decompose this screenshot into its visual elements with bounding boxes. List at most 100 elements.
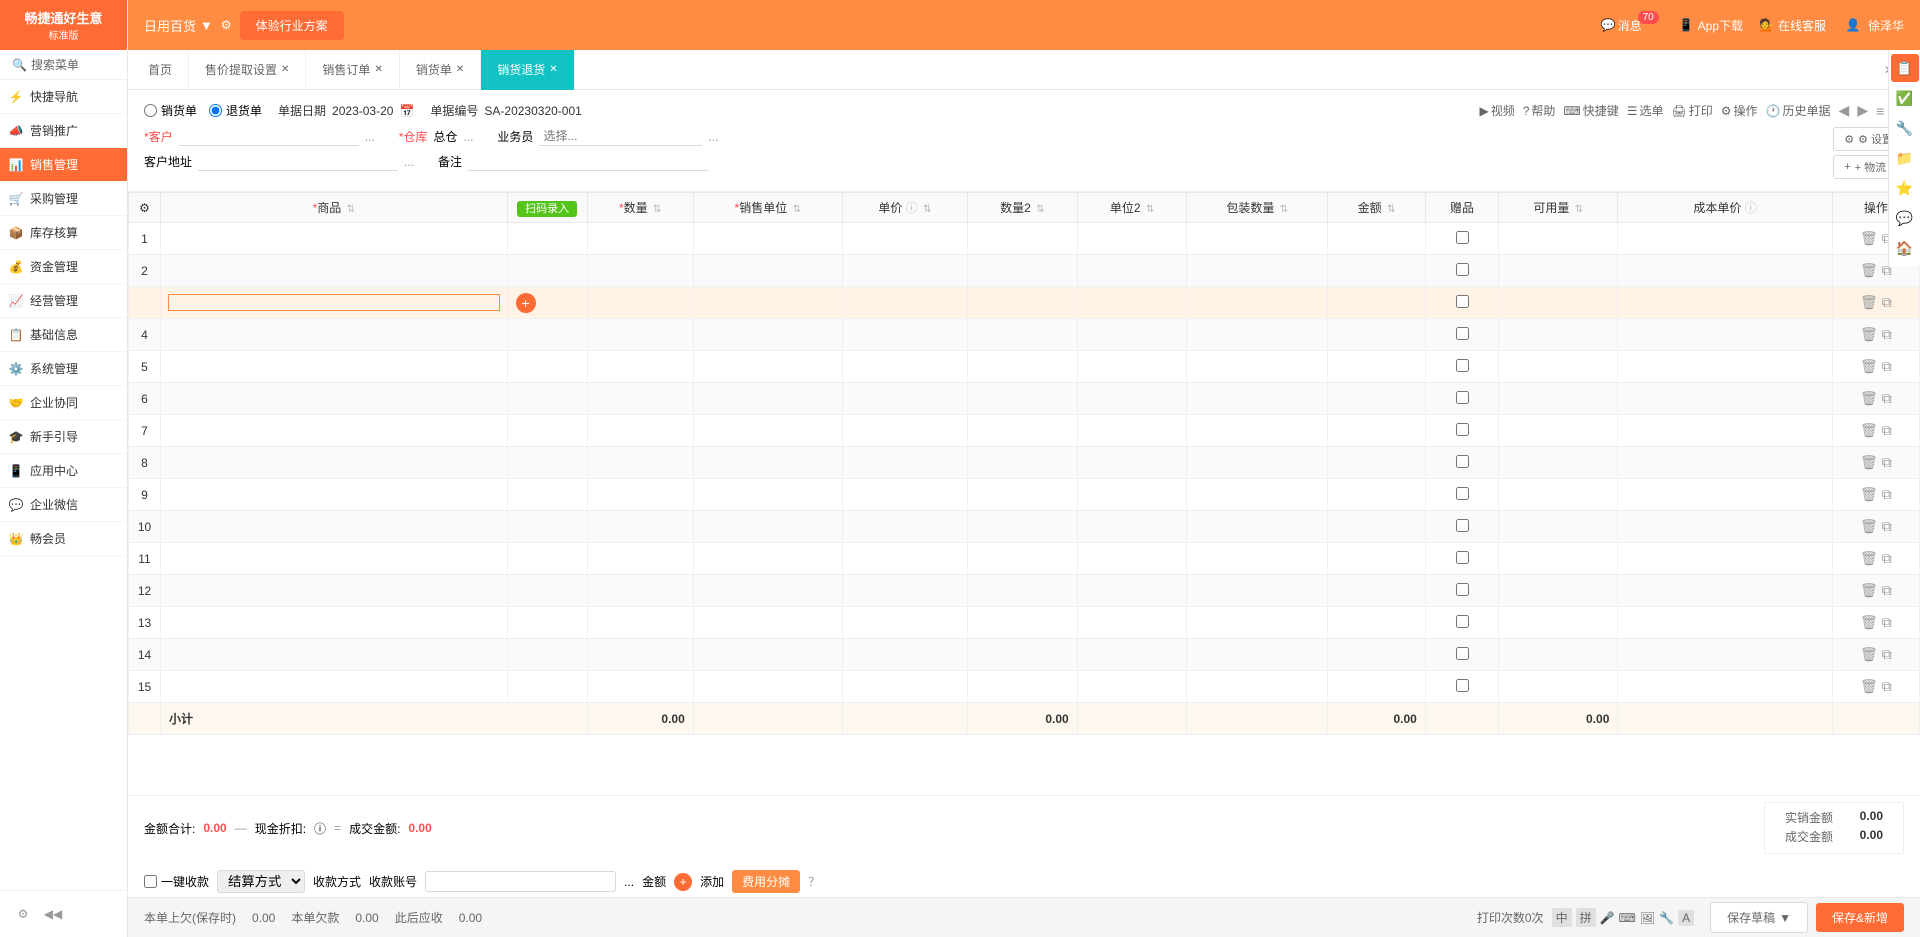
unit-price-cell-4[interactable] [842, 319, 967, 351]
goods-input[interactable] [169, 295, 499, 310]
sidebar-item-wx[interactable]: 💬 企业微信 [0, 488, 127, 522]
amount-cell-2[interactable] [1328, 255, 1426, 287]
cost-price-cell-10[interactable] [1618, 511, 1832, 543]
unit-price-cell-7[interactable] [842, 415, 967, 447]
qty2-cell-8[interactable] [968, 447, 1078, 479]
sale-unit-cell-15[interactable] [693, 671, 842, 703]
cost-price-cell-3[interactable] [1618, 287, 1832, 319]
amount-cell-14[interactable] [1328, 639, 1426, 671]
sidebar-item-guide[interactable]: 🎓 新手引导 [0, 420, 127, 454]
calendar-icon[interactable]: 📅 [399, 104, 414, 118]
available-cell-10[interactable] [1499, 511, 1618, 543]
unit-price-cell-1[interactable] [842, 223, 967, 255]
col-settings[interactable]: ⚙ [129, 193, 161, 223]
right-panel-check-icon[interactable]: ✅ [1891, 84, 1919, 112]
unit2-cell-9[interactable] [1077, 479, 1187, 511]
warehouse-dots[interactable]: ... [463, 130, 473, 144]
qty-cell-3[interactable] [587, 287, 693, 319]
quick-payment-checkbox[interactable]: 一键收款 [144, 873, 209, 890]
gift-cell-11[interactable] [1425, 543, 1498, 575]
sort-icon[interactable]: ⇅ [1280, 204, 1288, 215]
ime-keyboard-icon[interactable]: ⌨ [1619, 911, 1636, 925]
customer-input[interactable] [179, 127, 359, 146]
unit2-cell-3[interactable] [1077, 287, 1187, 319]
available-cell-3[interactable] [1499, 287, 1618, 319]
qty2-cell-13[interactable] [968, 607, 1078, 639]
pkg-qty-cell-10[interactable] [1187, 511, 1328, 543]
cost-price-cell-7[interactable] [1618, 415, 1832, 447]
qty-cell-5[interactable] [587, 351, 693, 383]
scan-btn[interactable]: 扫码录入 [517, 201, 577, 217]
shortcut-btn[interactable]: ⌨ 快捷键 [1563, 102, 1618, 119]
tab-close-icon[interactable]: ✕ [549, 64, 557, 75]
history-btn[interactable]: 🕐 历史单据 [1766, 102, 1831, 119]
amount-cell-10[interactable] [1328, 511, 1426, 543]
gift-cell-8[interactable] [1425, 447, 1498, 479]
gift-cell-12[interactable] [1425, 575, 1498, 607]
amount-cell-3[interactable] [1328, 287, 1426, 319]
qty2-cell-11[interactable] [968, 543, 1078, 575]
unit2-cell-14[interactable] [1077, 639, 1187, 671]
unit-price-cell-6[interactable] [842, 383, 967, 415]
sort-icon[interactable]: ⇅ [1146, 204, 1154, 215]
gift-cell-6[interactable] [1425, 383, 1498, 415]
cost-price-cell-4[interactable] [1618, 319, 1832, 351]
delete-row-btn-1[interactable]: 🗑 [1860, 230, 1878, 247]
amount-cell-15[interactable] [1328, 671, 1426, 703]
gift-cell-1[interactable] [1425, 223, 1498, 255]
sale-unit-cell-8[interactable] [693, 447, 842, 479]
qty-cell-12[interactable] [587, 575, 693, 607]
right-panel-msg-icon[interactable]: 💬 [1891, 204, 1919, 232]
available-cell-4[interactable] [1499, 319, 1618, 351]
copy-row-btn-10[interactable]: ⧉ [1882, 518, 1892, 535]
delete-row-btn-9[interactable]: 🗑 [1860, 486, 1878, 503]
radio-return[interactable]: 退货单 [209, 102, 262, 119]
sale-unit-cell-10[interactable] [693, 511, 842, 543]
account-input[interactable] [425, 871, 616, 892]
sale-unit-cell-2[interactable] [693, 255, 842, 287]
cost-price-cell-11[interactable] [1618, 543, 1832, 575]
qty2-cell-4[interactable] [968, 319, 1078, 351]
copy-row-btn-5[interactable]: ⧉ [1882, 358, 1892, 375]
sidebar-settings-btn[interactable]: ⚙ [8, 899, 38, 929]
help-btn[interactable]: ? 帮助 [1523, 102, 1556, 119]
col-scan[interactable]: 扫码录入 [507, 193, 587, 223]
save-draft-btn[interactable]: 保存草稿 ▼ [1710, 902, 1808, 933]
qty-cell-4[interactable] [587, 319, 693, 351]
gift-cell-3[interactable] [1425, 287, 1498, 319]
unit2-cell-12[interactable] [1077, 575, 1187, 607]
ime-img-icon[interactable]: 🖼 [1640, 911, 1655, 925]
goods-cell-7[interactable] [161, 415, 508, 447]
goods-cell-14[interactable] [161, 639, 508, 671]
qty-cell-1[interactable] [587, 223, 693, 255]
operation-btn[interactable]: ⚙ 操作 [1721, 102, 1758, 119]
available-cell-14[interactable] [1499, 639, 1618, 671]
radio-sale-goods[interactable]: 销货单 [144, 102, 197, 119]
goods-cell-13[interactable] [161, 607, 508, 639]
qty2-cell-15[interactable] [968, 671, 1078, 703]
ime-voice-icon[interactable]: 🎤 [1600, 911, 1615, 925]
cost-price-cell-9[interactable] [1618, 479, 1832, 511]
remark-input[interactable] [468, 152, 708, 171]
delete-row-btn-6[interactable]: 🗑 [1860, 390, 1878, 407]
gift-cell-7[interactable] [1425, 415, 1498, 447]
salesperson-input[interactable] [539, 127, 702, 146]
unit-price-cell-5[interactable] [842, 351, 967, 383]
unit2-cell-13[interactable] [1077, 607, 1187, 639]
copy-row-btn-4[interactable]: ⧉ [1882, 326, 1892, 343]
pkg-qty-cell-2[interactable] [1187, 255, 1328, 287]
available-cell-11[interactable] [1499, 543, 1618, 575]
sale-unit-cell-4[interactable] [693, 319, 842, 351]
delete-row-btn-5[interactable]: 🗑 [1860, 358, 1878, 375]
gift-cell-15[interactable] [1425, 671, 1498, 703]
daily-goods-selector[interactable]: 日用百货 ▼ [144, 16, 213, 35]
qty2-cell-2[interactable] [968, 255, 1078, 287]
cost-price-cell-6[interactable] [1618, 383, 1832, 415]
copy-row-btn-13[interactable]: ⧉ [1882, 614, 1892, 631]
user-profile[interactable]: 👤 徐泽华 [1842, 14, 1904, 36]
sort-icon[interactable]: ⇅ [347, 204, 355, 215]
address-dots[interactable]: ... [404, 155, 414, 169]
amount-cell-11[interactable] [1328, 543, 1426, 575]
unit-price-cell-9[interactable] [842, 479, 967, 511]
discount-info-icon[interactable]: ⓘ [314, 820, 326, 837]
